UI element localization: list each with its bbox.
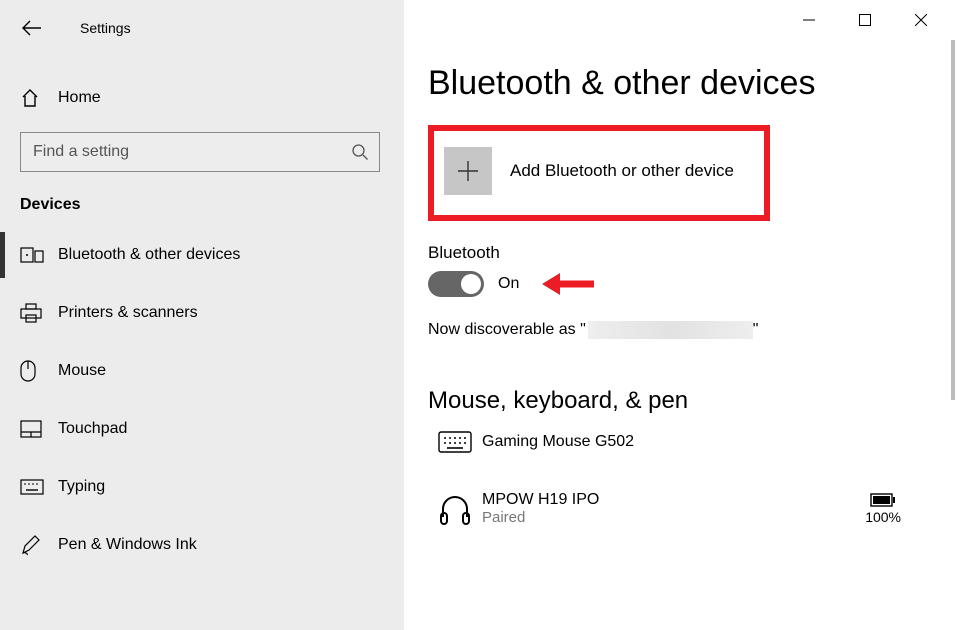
sidebar-item-touchpad[interactable]: Touchpad [0,400,404,458]
device-name-redacted [588,321,753,339]
device-name: Gaming Mouse G502 [482,433,634,451]
window-controls [791,0,957,34]
printer-icon [20,303,58,323]
search-icon [351,143,369,161]
page-title: Bluetooth & other devices [428,64,921,103]
bluetooth-state-label: On [498,275,519,293]
keyboard-device-icon [428,431,482,453]
maximize-button[interactable] [847,6,883,34]
pen-icon [20,534,58,556]
sidebar-item-typing[interactable]: Typing [0,458,404,516]
sidebar-search[interactable] [20,132,380,172]
sidebar-home[interactable]: Home [0,78,404,118]
arrow-left-icon [22,20,42,36]
plus-icon [444,147,492,195]
add-device-label: Add Bluetooth or other device [510,161,734,181]
back-button[interactable] [20,16,44,40]
content-pane: Bluetooth & other devices Add Bluetooth … [404,0,957,630]
battery-indicator: 100% [865,493,901,525]
home-icon [20,88,58,108]
app-title: Settings [80,20,131,36]
sidebar-item-label: Mouse [58,362,106,380]
devices-section-heading: Mouse, keyboard, & pen [428,387,921,415]
sidebar-item-label: Typing [58,478,105,496]
sidebar-item-label: Bluetooth & other devices [58,246,240,264]
battery-icon [870,493,896,507]
sidebar-item-pen[interactable]: Pen & Windows Ink [0,516,404,574]
sidebar-section-header: Devices [0,196,404,214]
search-input[interactable] [33,143,351,161]
sidebar-item-mouse[interactable]: Mouse [0,342,404,400]
settings-sidebar: Settings Home Devices Bluetooth & oth [0,0,404,630]
toggle-knob [461,274,481,294]
add-device-button[interactable]: Add Bluetooth or other device [428,125,770,221]
minimize-button[interactable] [791,6,827,34]
touchpad-icon [20,420,58,438]
scrollbar[interactable] [951,40,955,400]
device-row[interactable]: Gaming Mouse G502 [428,431,921,453]
sidebar-nav: Bluetooth & other devices Printers & sca… [0,226,404,574]
sidebar-item-label: Printers & scanners [58,304,198,322]
sidebar-item-label: Touchpad [58,420,127,438]
headphones-icon [428,493,482,525]
bluetooth-toggle[interactable] [428,271,484,297]
home-label: Home [58,89,101,107]
device-row[interactable]: MPOW H19 IPO Paired 100% [428,491,921,526]
sidebar-item-label: Pen & Windows Ink [58,536,197,554]
keyboard-icon [20,479,58,495]
annotation-arrow-icon [540,267,596,301]
device-status: Paired [482,509,599,526]
battery-percentage: 100% [865,509,901,525]
discoverable-text: Now discoverable as " " [428,321,921,339]
bluetooth-devices-icon [20,245,58,265]
bluetooth-heading: Bluetooth [428,243,921,263]
close-button[interactable] [903,6,939,34]
discover-suffix: " [753,321,759,339]
discover-prefix: Now discoverable as " [428,321,586,339]
mouse-icon [20,360,58,382]
sidebar-item-printers[interactable]: Printers & scanners [0,284,404,342]
device-name: MPOW H19 IPO [482,491,599,509]
sidebar-item-bluetooth[interactable]: Bluetooth & other devices [0,226,404,284]
